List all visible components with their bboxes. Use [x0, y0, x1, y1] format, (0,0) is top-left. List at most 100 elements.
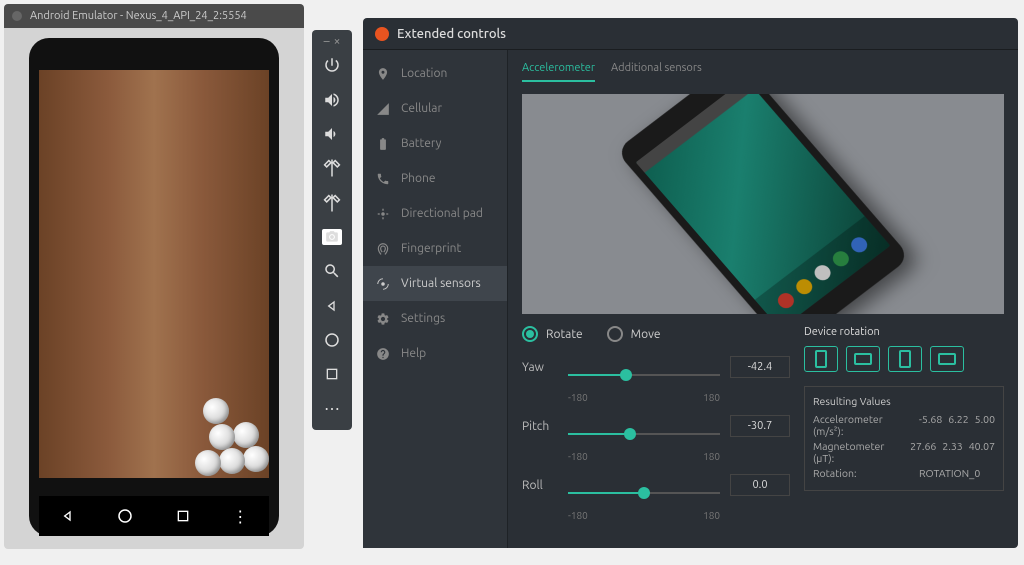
power-button[interactable]	[317, 52, 347, 78]
rotate-right-button[interactable]	[317, 190, 347, 216]
sidebar-label: Directional pad	[401, 207, 483, 220]
yaw-label: Yaw	[522, 361, 558, 374]
sidebar-item-fingerprint[interactable]: Fingerprint	[363, 231, 507, 266]
screenshot-button[interactable]	[317, 224, 347, 250]
orientation-controls: Rotate Move Yaw -42.4	[522, 326, 790, 533]
window-close-icon[interactable]	[375, 27, 389, 41]
more-button[interactable]: ⋯	[317, 396, 347, 422]
nav-back-button[interactable]	[58, 506, 78, 526]
cellular-icon	[375, 102, 391, 116]
ball-sprite	[219, 448, 245, 474]
roll-label: Roll	[522, 479, 558, 492]
radio-unchecked-icon	[607, 326, 623, 342]
mode-rotate-radio[interactable]: Rotate	[522, 326, 583, 342]
sidebar-item-battery[interactable]: Battery	[363, 126, 507, 161]
yaw-slider[interactable]	[568, 366, 720, 368]
emulator-titlebar[interactable]: Android Emulator - Nexus_4_API_24_2:5554	[4, 4, 304, 28]
tab-additional-sensors[interactable]: Additional sensors	[611, 62, 702, 82]
gear-icon	[375, 312, 391, 326]
accel-z: 5.00	[975, 413, 995, 437]
pitch-max: 180	[703, 451, 720, 462]
accel-y: 6.22	[948, 413, 968, 437]
sidebar-item-help[interactable]: Help	[363, 336, 507, 371]
accel-label: Accelerometer (m/s²):	[813, 413, 913, 437]
rotate-left-button[interactable]	[317, 155, 347, 181]
sidebar-label: Fingerprint	[401, 242, 461, 255]
portrait-reverse-icon	[899, 350, 911, 368]
sidebar-label: Cellular	[401, 102, 442, 115]
emulator-device-frame: ⋮	[29, 38, 279, 536]
yaw-max: 180	[703, 392, 720, 403]
ball-sprite	[243, 446, 269, 472]
fingerprint-icon	[375, 242, 391, 256]
rotation-landscape-reverse-button[interactable]	[930, 346, 964, 372]
resulting-values-title: Resulting Values	[813, 395, 995, 407]
nav-menu-button[interactable]: ⋮	[230, 506, 250, 526]
help-icon	[375, 347, 391, 361]
sidebar-item-cellular[interactable]: Cellular	[363, 91, 507, 126]
pitch-min: -180	[568, 451, 588, 462]
sensors-icon	[375, 277, 391, 291]
ball-sprite	[209, 424, 235, 450]
resulting-values-box: Resulting Values Accelerometer (m/s²):-5…	[804, 386, 1004, 491]
mode-rotate-label: Rotate	[546, 328, 583, 341]
home-button[interactable]	[317, 327, 347, 353]
yaw-value-input[interactable]: -42.4	[730, 356, 790, 378]
volume-up-button[interactable]	[317, 86, 347, 112]
extended-controls-window: Extended controls Location Cellular Batt…	[363, 18, 1018, 548]
sidebar-item-location[interactable]: Location	[363, 56, 507, 91]
tab-accelerometer[interactable]: Accelerometer	[522, 62, 595, 82]
sidebar-label: Virtual sensors	[401, 277, 481, 290]
sidebar-item-virtual-sensors[interactable]: Virtual sensors	[363, 266, 507, 301]
minimize-button[interactable]: –	[324, 35, 330, 48]
zoom-button[interactable]	[317, 258, 347, 284]
rotation-label: Rotation:	[813, 467, 913, 479]
overview-button[interactable]	[317, 361, 347, 387]
sidebar-item-dpad[interactable]: Directional pad	[363, 196, 507, 231]
roll-slider[interactable]	[568, 484, 720, 486]
roll-value-input[interactable]: 0.0	[730, 474, 790, 496]
location-icon	[375, 67, 391, 81]
extended-title: Extended controls	[397, 27, 506, 41]
nav-home-button[interactable]	[115, 506, 135, 526]
pitch-label: Pitch	[522, 420, 558, 433]
emulator-window: Android Emulator - Nexus_4_API_24_2:5554…	[4, 4, 304, 549]
volume-down-button[interactable]	[317, 121, 347, 147]
device-3d-preview[interactable]	[522, 94, 1004, 314]
phone-3d-model[interactable]	[616, 94, 911, 314]
pitch-value-input[interactable]: -30.7	[730, 415, 790, 437]
back-button[interactable]	[317, 293, 347, 319]
device-rotation-label: Device rotation	[804, 326, 1004, 338]
rotation-portrait-reverse-button[interactable]	[888, 346, 922, 372]
yaw-min: -180	[568, 392, 588, 403]
sensor-tabs: Accelerometer Additional sensors	[522, 62, 1004, 82]
sidebar-item-settings[interactable]: Settings	[363, 301, 507, 336]
mag-x: 27.66	[910, 440, 936, 464]
mag-label: Magnetometer (µT):	[813, 440, 904, 464]
emulator-screen[interactable]	[39, 70, 269, 478]
ball-sprite	[195, 450, 221, 476]
rotation-landscape-button[interactable]	[846, 346, 880, 372]
sidebar-item-phone[interactable]: Phone	[363, 161, 507, 196]
sidebar-label: Battery	[401, 137, 441, 150]
nav-recents-button[interactable]	[173, 506, 193, 526]
emulator-toolbar: – × ⋯	[312, 30, 352, 430]
battery-icon	[375, 137, 391, 151]
dpad-icon	[375, 207, 391, 221]
landscape-icon	[854, 353, 872, 365]
close-button[interactable]: ×	[334, 35, 341, 48]
portrait-icon	[815, 350, 827, 368]
sidebar-label: Help	[401, 347, 426, 360]
radio-checked-icon	[522, 326, 538, 342]
extended-sidebar: Location Cellular Battery Phone Directio…	[363, 50, 508, 548]
extended-titlebar[interactable]: Extended controls	[363, 18, 1018, 50]
roll-min: -180	[568, 510, 588, 521]
mag-y: 2.33	[942, 440, 962, 464]
rotation-value: ROTATION_0	[919, 467, 980, 479]
mode-move-label: Move	[631, 328, 661, 341]
rotation-portrait-button[interactable]	[804, 346, 838, 372]
mode-move-radio[interactable]: Move	[607, 326, 661, 342]
emulator-navbar: ⋮	[39, 496, 269, 536]
sidebar-label: Phone	[401, 172, 436, 185]
pitch-slider[interactable]	[568, 425, 720, 427]
